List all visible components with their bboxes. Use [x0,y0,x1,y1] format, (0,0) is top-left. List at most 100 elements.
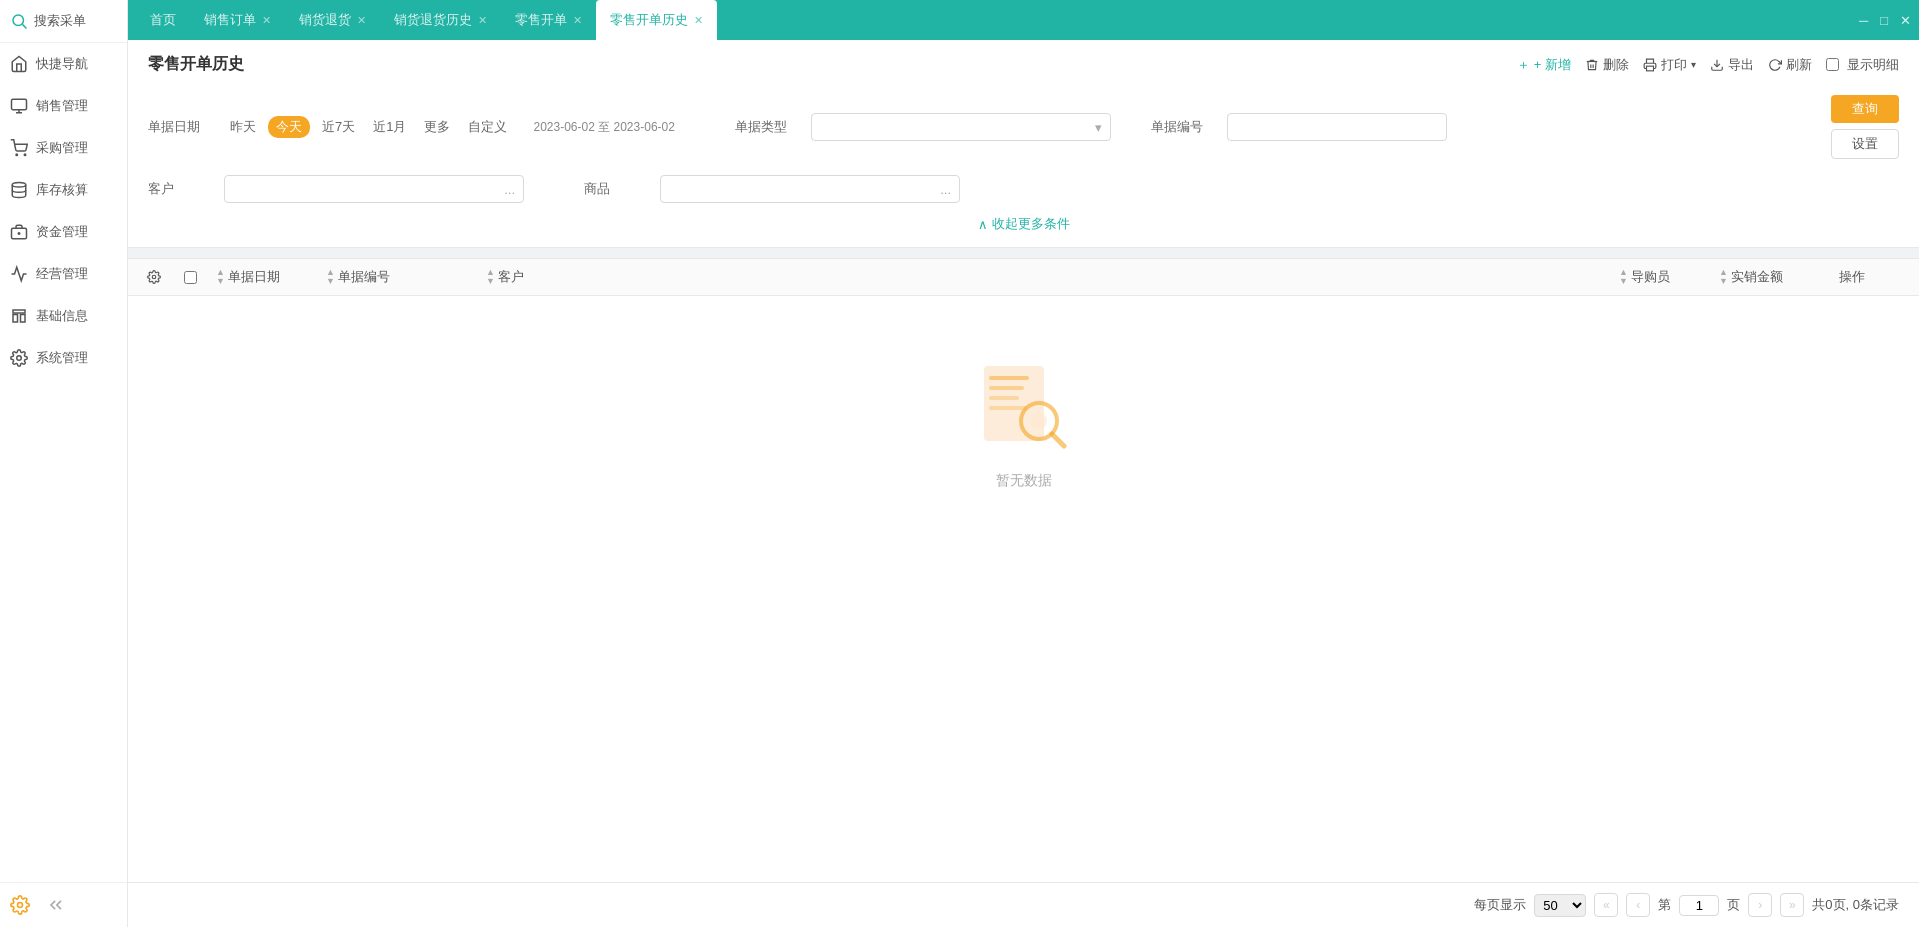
date-opt-more[interactable]: 更多 [418,116,456,138]
th-guide[interactable]: ▲▼ 导购员 [1611,268,1711,286]
window-close-btn[interactable]: ✕ [1900,13,1911,28]
customer-more-icon[interactable]: ... [504,182,515,197]
print-chevron[interactable]: ▾ [1691,59,1696,70]
sidebar: 搜索采单 快捷导航 销售管理 采购管理 库存核算 资金管理 [0,0,128,927]
sidebar-search-label: 搜索采单 [34,12,86,30]
svg-point-14 [18,903,23,908]
window-maximize-btn[interactable]: □ [1880,13,1888,28]
product-label: 商品 [584,180,640,198]
tab-close-sales-return-history[interactable]: ✕ [478,14,487,27]
tab-retail-open[interactable]: 零售开单 ✕ [501,0,596,40]
th-date[interactable]: ▲▼ 单据日期 [208,268,318,286]
content-area: 零售开单历史 ＋ + 新增 删除 [128,40,1919,927]
sidebar-item-quick-nav[interactable]: 快捷导航 [0,43,127,85]
empty-text: 暂无数据 [996,472,1052,490]
svg-rect-15 [1647,66,1654,71]
display-detail-checkbox[interactable] [1826,58,1839,71]
tab-sales-return-history[interactable]: 销货退货历史 ✕ [380,0,501,40]
page-prev-btn[interactable]: ‹ [1626,893,1650,917]
svg-line-24 [1052,434,1064,446]
th-amount[interactable]: ▲▼ 实销金额 [1711,268,1831,286]
customer-field[interactable] [233,182,500,197]
th-checkbox[interactable] [172,271,208,284]
sidebar-item-base[interactable]: 基础信息 [0,295,127,337]
svg-rect-19 [989,376,1029,380]
sidebar-item-purchase[interactable]: 采购管理 [0,127,127,169]
trash-icon [1585,58,1599,72]
order-type-select[interactable]: ▾ [811,113,1111,141]
collapse-sidebar-icon[interactable] [46,895,66,915]
table-container: ▲▼ 单据日期 ▲▼ 单据编号 ▲▼ 客户 ▲▼ 导购员 ▲▼ 实销金额 [128,258,1919,882]
tab-sales-order[interactable]: 销售订单 ✕ [190,0,285,40]
filter-row-1: 单据日期 昨天 今天 近7天 近1月 更多 自定义 2023-06-02 至 2… [148,87,1899,167]
tab-home[interactable]: 首页 [136,0,190,40]
customer-label: 客户 [148,180,204,198]
tab-close-sales-return[interactable]: ✕ [357,14,366,27]
th-customer[interactable]: ▲▼ 客户 [478,268,1611,286]
display-detail-button[interactable]: 显示明细 [1826,56,1899,74]
date-opt-today[interactable]: 今天 [268,116,310,138]
refresh-button[interactable]: 刷新 [1768,56,1812,74]
window-minimize-btn[interactable]: ─ [1859,13,1868,28]
print-icon [1643,58,1657,72]
order-num-field[interactable] [1236,120,1438,135]
page-first-btn[interactable]: « [1594,893,1618,917]
page-next-btn[interactable]: › [1748,893,1772,917]
svg-rect-22 [989,406,1027,410]
page-label-post: 页 [1727,896,1740,914]
sidebar-label-system: 系统管理 [36,349,88,367]
th-settings[interactable] [136,270,172,284]
th-action: 操作 [1831,268,1911,286]
date-opt-custom[interactable]: 自定义 [462,116,513,138]
tabs-right: ─ □ ✕ [1859,13,1911,28]
toolbar: ＋ + 新增 删除 打印 [1517,56,1899,74]
page-label-pre: 第 [1658,896,1671,914]
tab-close-retail-history[interactable]: ✕ [694,14,703,27]
add-button[interactable]: ＋ + 新增 [1517,56,1571,74]
print-button[interactable]: 打印 ▾ [1643,56,1696,74]
sidebar-label-purchase: 采购管理 [36,139,88,157]
refresh-icon [1768,58,1782,72]
order-type-label: 单据类型 [735,118,791,136]
date-opt-7days[interactable]: 近7天 [316,116,361,138]
export-button[interactable]: 导出 [1710,56,1754,74]
svg-point-6 [24,154,26,156]
page-input[interactable] [1679,895,1719,916]
sidebar-item-sales[interactable]: 销售管理 [0,85,127,127]
product-input[interactable]: ... [660,175,960,203]
select-all-checkbox[interactable] [184,271,197,284]
svg-point-17 [152,275,156,279]
page-last-btn[interactable]: » [1780,893,1804,917]
add-icon: ＋ [1517,56,1530,74]
sidebar-item-inventory[interactable]: 库存核算 [0,169,127,211]
tab-sales-return[interactable]: 销货退货 ✕ [285,0,380,40]
settings-gear-icon[interactable] [10,895,30,915]
th-num[interactable]: ▲▼ 单据编号 [318,268,478,286]
customer-input[interactable]: ... [224,175,524,203]
tab-close-sales-order[interactable]: ✕ [262,14,271,27]
product-field[interactable] [669,182,936,197]
sidebar-item-system[interactable]: 系统管理 [0,337,127,379]
svg-point-25 [1031,413,1047,429]
per-page-select[interactable]: 50 10 20 100 [1534,894,1586,917]
main: 首页 销售订单 ✕ 销货退货 ✕ 销货退货历史 ✕ 零售开单 ✕ 零售开单历史 … [128,0,1919,927]
inventory-icon [10,181,28,199]
date-range: 2023-06-02 至 2023-06-02 [533,119,674,136]
tab-retail-history[interactable]: 零售开单历史 ✕ [596,0,717,40]
tab-close-retail-open[interactable]: ✕ [573,14,582,27]
settings-button[interactable]: 设置 [1831,129,1899,159]
search-icon [10,12,28,30]
purchase-icon [10,139,28,157]
page-header: 零售开单历史 ＋ + 新增 删除 [128,40,1919,248]
collapse-button[interactable]: ∧ 收起更多条件 [148,211,1899,237]
svg-rect-2 [12,99,27,110]
sidebar-item-finance[interactable]: 资金管理 [0,211,127,253]
date-opt-1month[interactable]: 近1月 [367,116,412,138]
sidebar-search[interactable]: 搜索采单 [0,0,127,43]
date-opt-yesterday[interactable]: 昨天 [224,116,262,138]
order-num-input[interactable] [1227,113,1447,141]
delete-button[interactable]: 删除 [1585,56,1629,74]
product-more-icon[interactable]: ... [940,182,951,197]
query-button[interactable]: 查询 [1831,95,1899,123]
sidebar-item-operations[interactable]: 经营管理 [0,253,127,295]
